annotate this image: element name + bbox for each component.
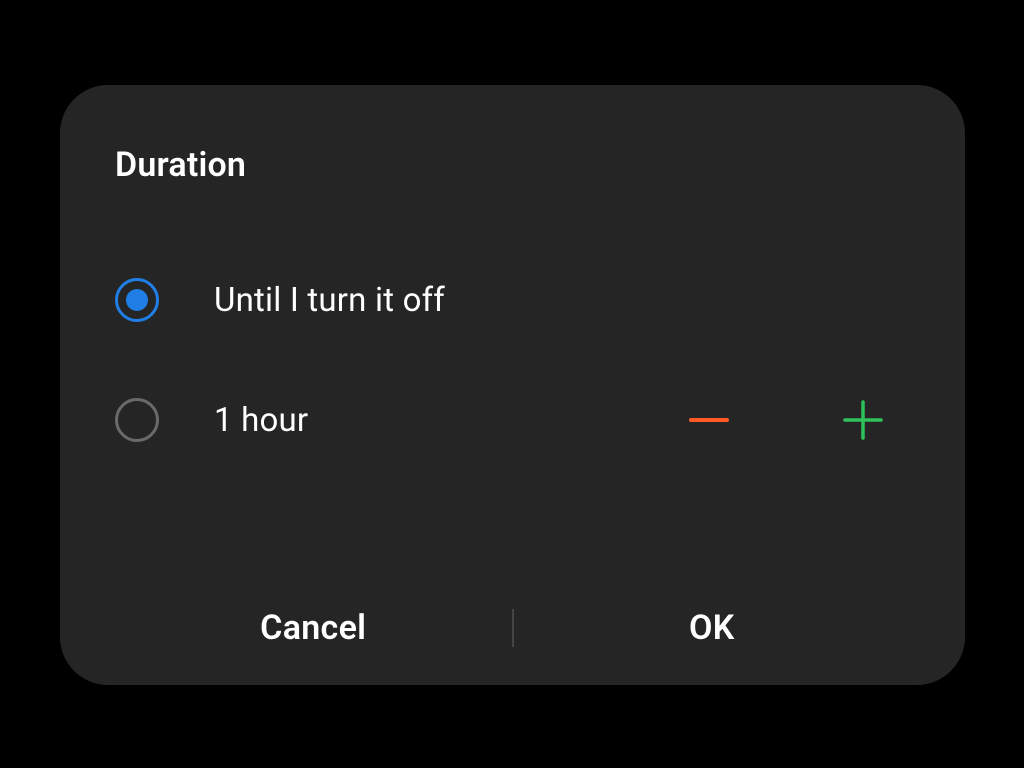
option-until-off-label: Until I turn it off <box>214 281 910 320</box>
decrease-duration-button[interactable] <box>687 398 731 442</box>
ok-button[interactable]: OK <box>514 608 911 648</box>
duration-stepper <box>687 398 910 442</box>
dialog-button-bar: Cancel OK <box>115 570 910 685</box>
dialog-title: Duration <box>115 145 910 185</box>
increase-duration-button[interactable] <box>841 398 885 442</box>
radio-selected-dot-icon <box>126 289 148 311</box>
option-until-off[interactable]: Until I turn it off <box>115 240 910 360</box>
minus-icon <box>687 398 731 442</box>
radio-until-off[interactable] <box>115 278 159 322</box>
plus-icon <box>841 398 885 442</box>
options-list: Until I turn it off 1 hour <box>115 240 910 570</box>
option-timed[interactable]: 1 hour <box>115 360 910 480</box>
duration-dialog: Duration Until I turn it off 1 hour <box>60 85 965 685</box>
cancel-button[interactable]: Cancel <box>115 608 512 648</box>
option-timed-label: 1 hour <box>214 401 687 440</box>
radio-timed[interactable] <box>115 398 159 442</box>
button-divider <box>512 609 514 647</box>
